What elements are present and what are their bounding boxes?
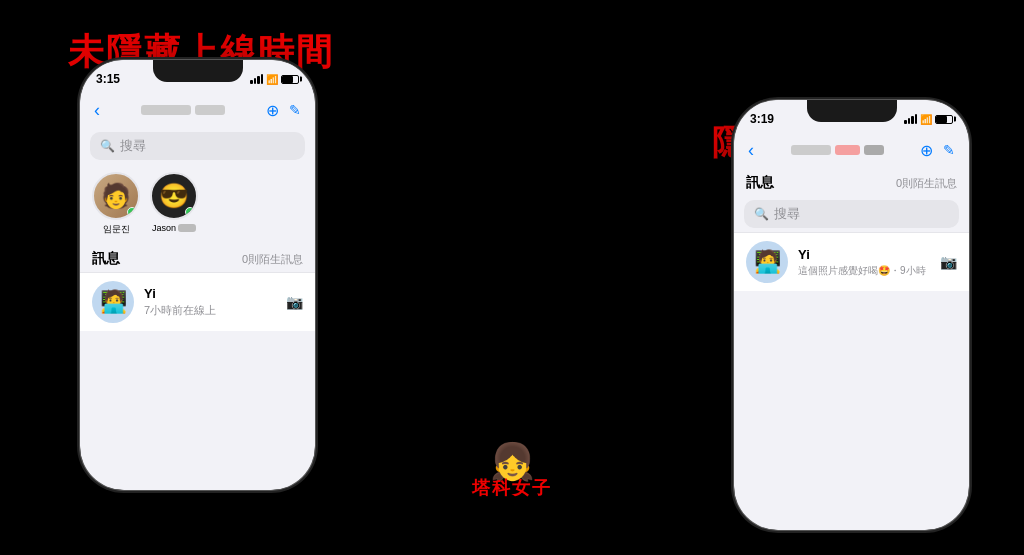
compose-icon-right[interactable]: ⊕	[920, 141, 933, 160]
msg-content-right: Yi 這個照片感覺好喝🤩・9小時	[798, 247, 930, 278]
edit-icon-right[interactable]: ✎	[943, 142, 955, 158]
edit-icon-left[interactable]: ✎	[289, 102, 301, 118]
phone-right: 3:19 📶 ‹	[734, 100, 969, 530]
nav-actions-left: ⊕ ✎	[266, 101, 301, 120]
online-dot-2	[185, 207, 195, 217]
message-row-left[interactable]: 🧑‍💻 Yi 7小時前在線上 📷	[80, 272, 315, 331]
back-button-right[interactable]: ‹	[748, 140, 754, 161]
scene: 未隱藏上線時間 隱藏上線時間後 3:15 📶	[0, 0, 1024, 555]
section-header-right: 訊息 0則陌生訊息	[734, 172, 969, 196]
compose-icon-left[interactable]: ⊕	[266, 101, 279, 120]
section-title-right: 訊息	[746, 174, 774, 192]
nav-title-left	[141, 105, 225, 115]
msg-avatar-right: 🧑‍💻	[746, 241, 788, 283]
msg-avatar-left: 🧑‍💻	[92, 281, 134, 323]
section-sub-left: 0則陌生訊息	[242, 252, 303, 267]
notch-right	[807, 100, 897, 122]
story-item-2[interactable]: 😎 Jason	[150, 172, 198, 236]
search-icon-right: 🔍	[754, 207, 769, 221]
msg-preview-right: 這個照片感覺好喝🤩・9小時	[798, 264, 930, 278]
story-avatar-1: 🧑	[92, 172, 140, 220]
status-icons-left: 📶	[250, 74, 299, 85]
signal-bars-right	[904, 114, 917, 124]
search-text-right: 搜尋	[774, 205, 800, 223]
section-title-left: 訊息	[92, 250, 120, 268]
watermark-text: 塔科女子	[472, 476, 552, 500]
watermark: 👧 塔科女子	[472, 444, 552, 500]
story-avatar-2: 😎	[150, 172, 198, 220]
status-icons-right: 📶	[904, 114, 953, 125]
search-icon-left: 🔍	[100, 139, 115, 153]
search-text-left: 搜尋	[120, 137, 146, 155]
status-time-right: 3:19	[750, 112, 774, 126]
back-button-left[interactable]: ‹	[94, 100, 100, 121]
nav-bar-right: ‹ ⊕ ✎	[734, 132, 969, 168]
notch-left	[153, 60, 243, 82]
online-dot-1	[127, 207, 137, 217]
search-bar-right[interactable]: 🔍 搜尋	[744, 200, 959, 228]
msg-name-left: Yi	[144, 286, 276, 301]
search-bar-left[interactable]: 🔍 搜尋	[90, 132, 305, 160]
section-header-left: 訊息 0則陌生訊息	[80, 244, 315, 272]
msg-name-right: Yi	[798, 247, 930, 262]
battery-icon-left	[281, 75, 299, 84]
message-row-right[interactable]: 🧑‍💻 Yi 這個照片感覺好喝🤩・9小時 📷	[734, 232, 969, 291]
wifi-icon-left: 📶	[266, 74, 278, 85]
battery-icon-right	[935, 115, 953, 124]
camera-icon-left: 📷	[286, 294, 303, 310]
watermark-figure: 👧	[490, 444, 535, 480]
msg-content-left: Yi 7小時前在線上	[144, 286, 276, 318]
story-item-1[interactable]: 🧑 임문진	[92, 172, 140, 236]
phone-left: 3:15 📶 ‹	[80, 60, 315, 490]
wifi-icon-right: 📶	[920, 114, 932, 125]
section-sub-right: 0則陌生訊息	[896, 176, 957, 191]
story-name-2: Jason	[152, 223, 176, 233]
camera-icon-right: 📷	[940, 254, 957, 270]
story-row-left: 🧑 임문진 😎 Jason	[80, 164, 315, 244]
nav-title-right	[791, 145, 884, 155]
nav-actions-right: ⊕ ✎	[920, 141, 955, 160]
msg-preview-left: 7小時前在線上	[144, 303, 276, 318]
signal-bars-left	[250, 74, 263, 84]
status-time-left: 3:15	[96, 72, 120, 86]
nav-bar-left: ‹ ⊕ ✎	[80, 92, 315, 128]
story-name-1: 임문진	[103, 223, 130, 236]
